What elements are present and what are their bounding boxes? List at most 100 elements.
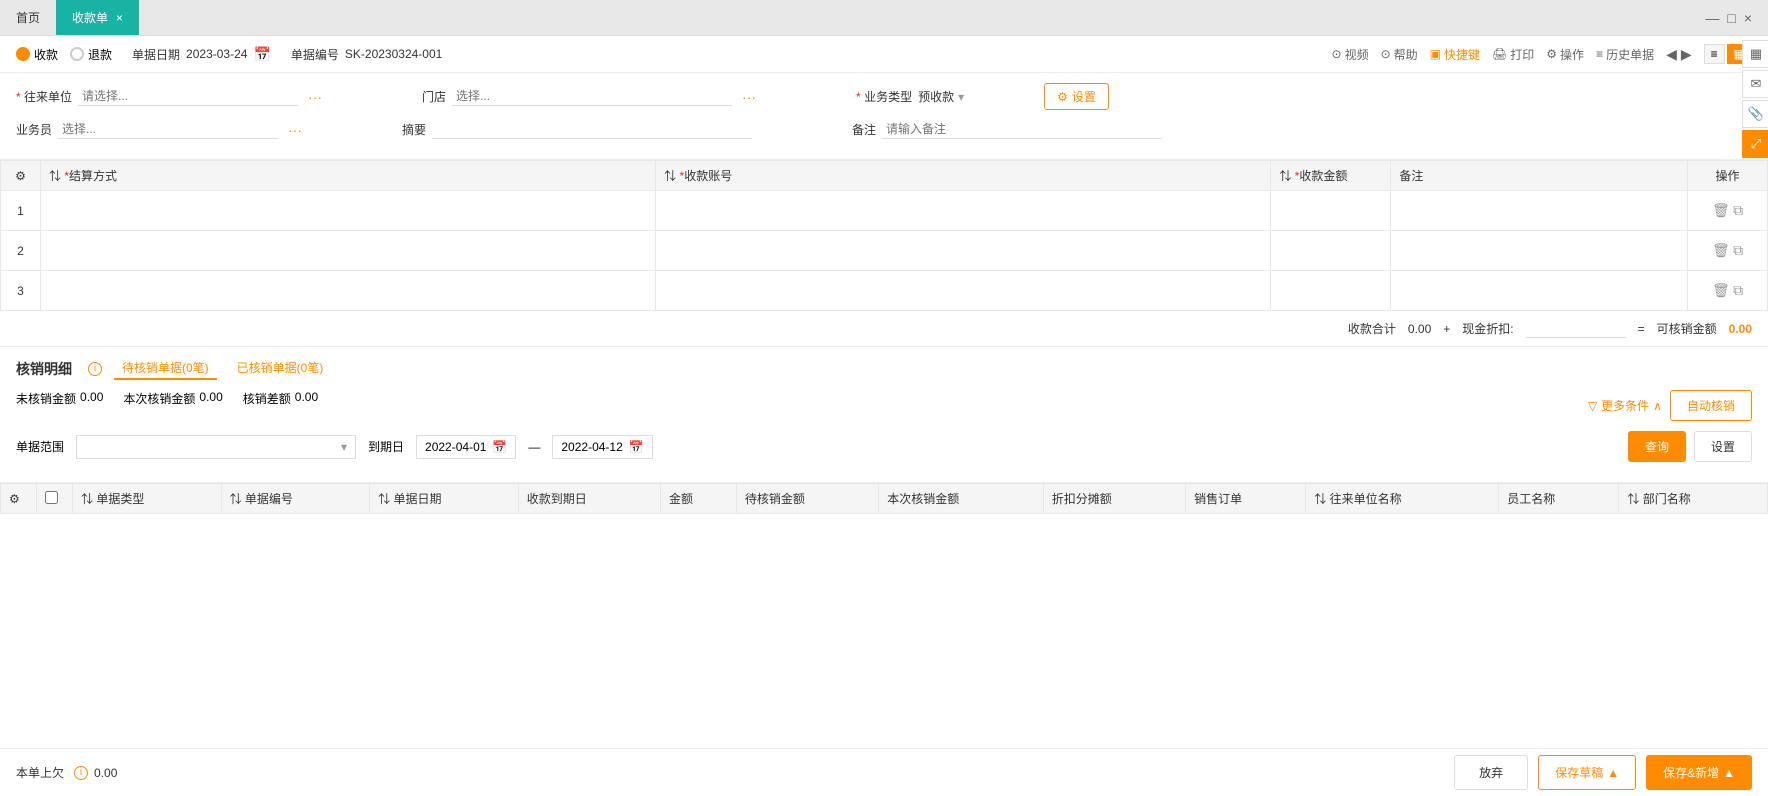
cell-note-2[interactable] (1391, 231, 1688, 271)
bottom-table-header: ⚙ ⇅ 单据类型 ⇅ 单据编号 ⇅ 单据日期 (1, 484, 1768, 514)
col-settlement-header: ⇅ *结算方式 (41, 161, 656, 191)
sort-icon-type[interactable]: ⇅ (81, 492, 93, 506)
summary-input[interactable] (432, 120, 752, 139)
shortcut-btn[interactable]: ▣ 快捷键 (1430, 46, 1480, 63)
footer-info-icon[interactable]: i (74, 766, 88, 780)
current-label: 本次核销金额 (123, 390, 195, 421)
sort-icon-partner[interactable]: ⇅ (1314, 492, 1326, 506)
store-input[interactable] (452, 87, 732, 106)
cell-account-3[interactable] (656, 271, 1271, 311)
cell-note-3[interactable] (1391, 271, 1688, 311)
note-input[interactable] (882, 120, 1162, 139)
info-icon[interactable]: i (88, 362, 102, 376)
query-btn[interactable]: 查询 (1628, 431, 1686, 462)
partner-input[interactable] (78, 87, 298, 106)
date-to-input[interactable]: 2022-04-12 📅 (552, 435, 652, 459)
discard-btn[interactable]: 放弃 (1454, 755, 1528, 790)
history-btn[interactable]: ≡ 历史单据 (1596, 46, 1654, 63)
save-draft-btn[interactable]: 保存草稿 ▲ (1538, 755, 1636, 790)
calendar-icon[interactable]: 📅 (253, 46, 270, 63)
staff-more-icon[interactable]: ··· (288, 122, 302, 138)
setting-button[interactable]: ⚙ 设置 (1044, 83, 1109, 110)
cell-settlement-2[interactable] (41, 231, 656, 271)
toolbar: 收款 退款 单据日期 2023-03-24 📅 单据编号 SK-20230324… (0, 36, 1768, 73)
receipt-type-radio: 收款 退款 (16, 46, 112, 63)
auto-writeoff-btn[interactable]: 自动核销 (1670, 390, 1752, 421)
window-max-icon[interactable]: □ (1727, 10, 1735, 26)
sort-icon-date[interactable]: ⇅ (378, 492, 390, 506)
copy-icon-1[interactable]: ⧉ (1733, 202, 1743, 218)
list-view-btn[interactable]: ≡ (1704, 44, 1725, 64)
refund-radio-label: 退款 (88, 46, 112, 63)
col-check-all[interactable]: ⚙ (1, 484, 37, 514)
sort-icon-no[interactable]: ⇅ (230, 492, 242, 506)
discount-input[interactable] (1526, 319, 1626, 338)
sort-icon[interactable]: ⇅ (49, 169, 61, 183)
ops-btn[interactable]: ⚙ 操作 (1546, 46, 1584, 63)
print-btn[interactable]: 🖨 打印 (1492, 46, 1534, 63)
form-row-2: 业务员 ··· 摘要 备注 (16, 120, 1752, 139)
sidebar-table-icon[interactable]: ▦ (1742, 40, 1768, 68)
copy-icon-3[interactable]: ⧉ (1733, 282, 1743, 298)
tab-home[interactable]: 首页 (0, 0, 56, 35)
sort-icon-2[interactable]: ⇅ (664, 169, 676, 183)
done-tab[interactable]: 已核销单据(0笔) (229, 357, 332, 380)
biz-type-label: * 业务类型 (856, 88, 912, 105)
shortcut-icon: ▣ (1430, 47, 1441, 61)
date-from-input[interactable]: 2022-04-01 📅 (416, 435, 516, 459)
col-checkbox[interactable] (37, 484, 73, 514)
staff-field: 业务员 ··· (16, 120, 302, 139)
sidebar-expand-icon[interactable]: ⤢ (1742, 130, 1768, 158)
writeoff-setting-btn[interactable]: 设置 (1694, 431, 1752, 462)
col-gear[interactable]: ⚙ (1, 161, 41, 191)
cell-amount-2[interactable] (1271, 231, 1391, 271)
gear-icon-bottom[interactable]: ⚙ (9, 492, 20, 506)
sort-icon-dept[interactable]: ⇅ (1627, 492, 1639, 506)
tab-home-label: 首页 (16, 9, 40, 26)
delete-icon-1[interactable]: 🗑 (1712, 202, 1730, 218)
cell-settlement-1[interactable] (41, 191, 656, 231)
biz-type-select[interactable]: 预收款 ▾ (918, 88, 1038, 105)
sidebar-email-icon[interactable]: ✉ (1742, 70, 1768, 98)
nav-prev-icon[interactable]: ◀ (1666, 46, 1677, 63)
cell-account-1[interactable] (656, 191, 1271, 231)
range-select[interactable]: ▾ (76, 435, 356, 459)
total-label: 收款合计 (1348, 320, 1396, 337)
footer-value: 0.00 (94, 766, 117, 780)
cell-note-1[interactable] (1391, 191, 1688, 231)
sort-icon-3[interactable]: ⇅ (1279, 169, 1291, 183)
table-gear-icon[interactable]: ⚙ (15, 169, 26, 183)
date-value[interactable]: 2023-03-24 (186, 47, 247, 61)
col-staff-name: 员工名称 (1499, 484, 1619, 514)
tab-close-icon[interactable]: × (116, 11, 123, 25)
copy-icon-2[interactable]: ⧉ (1733, 242, 1743, 258)
no-field: 单据编号 SK-20230324-001 (291, 46, 442, 63)
cell-amount-3[interactable] (1271, 271, 1391, 311)
select-all-checkbox[interactable] (45, 491, 58, 504)
cell-settlement-3[interactable] (41, 271, 656, 311)
nav-next-icon[interactable]: ▶ (1681, 46, 1692, 63)
partner-more-icon[interactable]: ··· (308, 89, 322, 105)
delete-icon-3[interactable]: 🗑 (1712, 282, 1730, 298)
save-new-btn[interactable]: 保存&新增 ▲ (1646, 755, 1752, 790)
sidebar-clip-icon[interactable]: 📎 (1742, 100, 1768, 128)
video-btn[interactable]: ⊙ 视频 (1332, 46, 1369, 63)
table-row: 2 🗑 ⧉ (1, 231, 1768, 271)
staff-input[interactable] (58, 120, 278, 139)
print-label: 打印 (1510, 46, 1534, 63)
receipt-radio[interactable]: 收款 (16, 46, 58, 63)
refund-radio[interactable]: 退款 (70, 46, 112, 63)
cell-amount-1[interactable] (1271, 191, 1391, 231)
writeoff-table: ⚙ ⇅ 单据类型 ⇅ 单据编号 ⇅ 单据日期 (0, 483, 1768, 514)
partner-field: * 往来单位 ··· (16, 87, 322, 106)
store-more-icon[interactable]: ··· (742, 89, 756, 105)
tab-receipt[interactable]: 收款单 × (56, 0, 139, 35)
more-filter-btn[interactable]: ▽ 更多条件 ∧ (1588, 397, 1662, 414)
help-btn[interactable]: ⊙ 帮助 (1381, 46, 1418, 63)
window-min-icon[interactable]: — (1705, 10, 1719, 26)
cell-account-2[interactable] (656, 231, 1271, 271)
pending-tab[interactable]: 待核销单据(0笔) (114, 357, 217, 380)
window-close-icon[interactable]: × (1744, 10, 1752, 26)
ops-icon: ⚙ (1546, 47, 1557, 61)
delete-icon-2[interactable]: 🗑 (1712, 242, 1730, 258)
